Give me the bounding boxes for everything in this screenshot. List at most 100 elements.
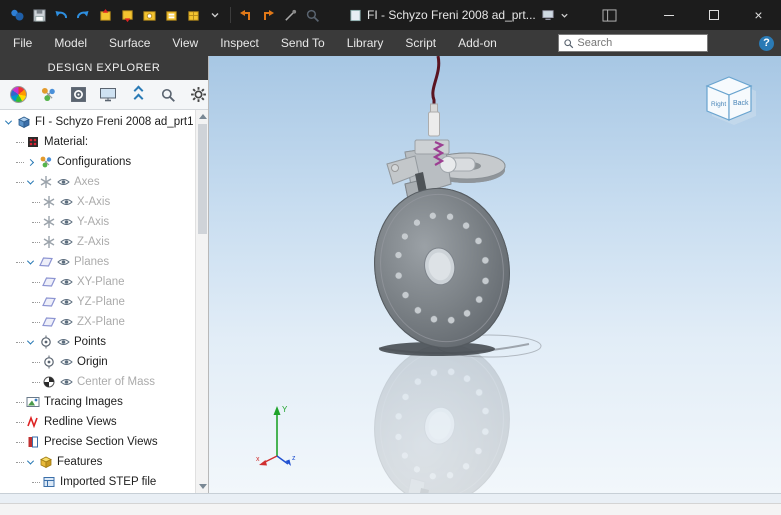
tree-item-x-axis[interactable]: X-Axis [0,192,208,212]
eye-icon[interactable] [57,257,70,267]
pin-icon[interactable] [279,4,301,26]
tree-item-imported-step-file[interactable]: Imported STEP file [0,472,208,492]
menu-send-to[interactable]: Send To [270,30,336,56]
search-box[interactable] [558,34,708,52]
scroll-up-icon[interactable] [199,114,207,119]
publish-icon[interactable] [160,4,182,26]
close-button[interactable]: × [736,0,781,30]
view-cube-right-face-label[interactable]: Back [733,100,749,107]
chevron-down-icon[interactable] [5,117,12,124]
view-cube[interactable]: Right Back [695,68,765,128]
tree-item-root-part[interactable]: FI - Schyzo Freni 2008 ad_prt1 [0,112,208,132]
part-icon [17,115,31,129]
tree-scrollbar[interactable] [195,110,208,493]
redline-views-icon [26,415,40,429]
close-icon: × [754,7,762,23]
menu-view[interactable]: View [161,30,209,56]
export-package-icon[interactable] [94,4,116,26]
tree-item-material[interactable]: Material: [0,132,208,152]
center-of-mass-icon [42,375,56,389]
tree-item-origin[interactable]: Origin [0,352,208,372]
window-layout-icon[interactable] [599,4,621,26]
zoom-tool-icon[interactable] [301,4,323,26]
menu-inspect[interactable]: Inspect [209,30,270,56]
tree-item-tracing-images[interactable]: Tracing Images [0,392,208,412]
tree-item-redline-views[interactable]: Redline Views [0,412,208,432]
window-controls: × [646,0,781,30]
tree-item-points[interactable]: Points [0,332,208,352]
menu-library[interactable]: Library [336,30,395,56]
eye-icon[interactable] [57,177,70,187]
eye-icon[interactable] [60,357,73,367]
tree-item-configurations[interactable]: Configurations [0,152,208,172]
redo-icon[interactable] [72,4,94,26]
snapshot-icon[interactable] [138,4,160,26]
chevron-down-icon[interactable] [27,337,34,344]
tree-item-y-axis[interactable]: Y-Axis [0,212,208,232]
section-views-icon [26,435,40,449]
eye-icon[interactable] [60,217,73,227]
axes-icon [39,175,53,189]
horizontal-scrollbar[interactable] [0,493,781,503]
configurations-toolbar-icon[interactable] [38,85,58,105]
search-icon [563,38,574,49]
eye-icon[interactable] [60,317,73,327]
view-cube-left-face-label[interactable]: Right [711,101,726,108]
tree-item-yz-plane[interactable]: YZ-Plane [0,292,208,312]
tree-item-planes[interactable]: Planes [0,252,208,272]
menu-model[interactable]: Model [43,30,98,56]
tree-item-precise-section-views[interactable]: Precise Section Views [0,432,208,452]
plane-icon [42,275,56,289]
tree-item-axes[interactable]: Axes [0,172,208,192]
triad-y-label: Y [282,405,288,414]
chevron-down-icon[interactable] [27,257,34,264]
bent-arrow-right-icon[interactable] [257,4,279,26]
eye-icon[interactable] [60,237,73,247]
menu-file[interactable]: File [2,30,43,56]
plane-icon [42,315,56,329]
eye-icon[interactable] [60,277,73,287]
menu-add-on[interactable]: Add-on [447,30,508,56]
eye-icon[interactable] [60,297,73,307]
scrollbar-thumb[interactable] [198,124,207,234]
maximize-icon [709,10,719,20]
undo-icon[interactable] [50,4,72,26]
tree-item-z-axis[interactable]: Z-Axis [0,232,208,252]
tools-icon[interactable] [68,85,88,105]
menu-script[interactable]: Script [394,30,447,56]
search-input[interactable] [577,37,695,49]
display-options-icon[interactable] [98,85,118,105]
points-icon [39,335,53,349]
eye-icon[interactable] [57,337,70,347]
axis-icon [42,235,56,249]
explorer-search-icon[interactable] [158,85,178,105]
eye-icon[interactable] [60,377,73,387]
palette-icon[interactable] [8,85,28,105]
design-explorer-header: DESIGN EXPLORER [0,56,208,80]
tree-item-center-of-mass[interactable]: Center of Mass [0,372,208,392]
chevron-down-icon[interactable] [27,457,34,464]
eye-icon[interactable] [60,197,73,207]
save-icon[interactable] [28,4,50,26]
bent-arrow-left-icon[interactable] [235,4,257,26]
help-button[interactable]: ? [759,36,774,51]
tracing-images-icon [26,395,40,409]
gear-icon[interactable] [188,85,208,105]
toolbar-dropdown-chevron-icon[interactable] [204,4,226,26]
3d-viewport[interactable]: Right Back Y x z [209,56,781,493]
minimize-button[interactable] [646,0,691,30]
maximize-button[interactable] [691,0,736,30]
minimize-icon [664,15,674,16]
package-icon[interactable] [182,4,204,26]
menu-surface[interactable]: Surface [98,30,161,56]
tree-item-xy-plane[interactable]: XY-Plane [0,272,208,292]
title-dropdown-chevron-icon[interactable] [560,11,569,20]
tree-item-features[interactable]: Features [0,452,208,472]
import-package-icon[interactable] [116,4,138,26]
tree-item-zx-plane[interactable]: ZX-Plane [0,312,208,332]
display-icon[interactable] [541,9,555,21]
chevron-right-icon[interactable] [27,158,34,165]
collapse-all-icon[interactable] [128,85,148,105]
chevron-down-icon[interactable] [27,177,34,184]
scroll-down-icon[interactable] [199,484,207,489]
